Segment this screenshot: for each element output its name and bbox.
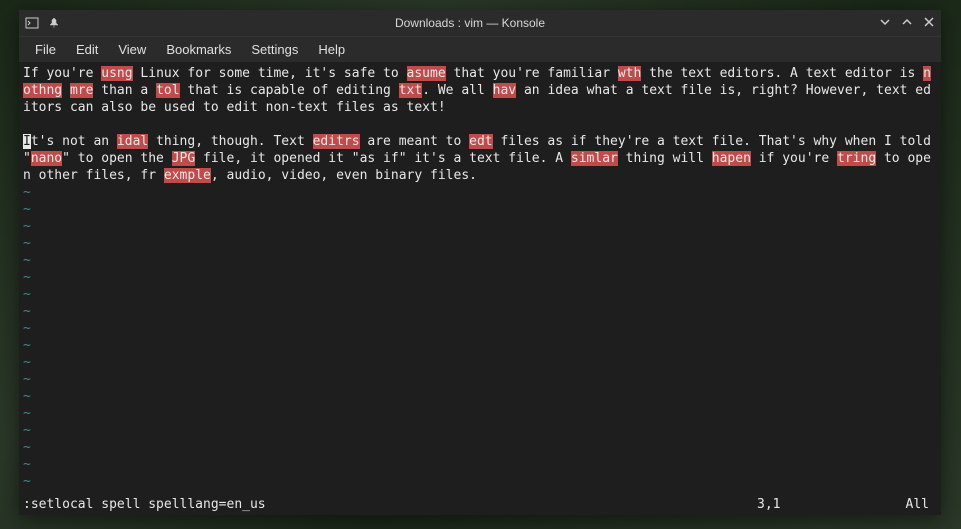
text: t's not an: [31, 134, 117, 149]
konsole-window: Downloads : vim — Konsole File Edit View…: [19, 10, 941, 515]
spell-error: tring: [837, 151, 876, 166]
status-command: :setlocal spell spelllang=en_us: [23, 496, 757, 513]
close-button[interactable]: [923, 16, 935, 31]
text: than a: [93, 83, 156, 98]
empty-line-tilde: ~: [23, 372, 31, 387]
spell-error: wth: [618, 66, 641, 81]
text: If you're: [23, 66, 101, 81]
empty-line-tilde: ~: [23, 219, 31, 234]
text: the text editors. A text editor is: [641, 66, 923, 81]
empty-line-tilde: ~: [23, 355, 31, 370]
spell-error: tol: [156, 83, 179, 98]
empty-line-tilde: ~: [23, 423, 31, 438]
spell-error: editrs: [313, 134, 360, 149]
spell-error: exmple: [164, 168, 211, 183]
menu-help[interactable]: Help: [308, 39, 355, 60]
spell-error: hapen: [712, 151, 751, 166]
terminal-icon: [25, 16, 39, 30]
spell-error: asume: [407, 66, 446, 81]
window-title: Downloads : vim — Konsole: [61, 16, 879, 30]
pin-icon[interactable]: [47, 16, 61, 30]
spell-error: nano: [31, 151, 62, 166]
empty-line-tilde: ~: [23, 338, 31, 353]
empty-line-tilde: ~: [23, 440, 31, 455]
empty-line-tilde: ~: [23, 287, 31, 302]
text: thing will: [618, 151, 712, 166]
spell-error: edt: [469, 134, 492, 149]
text: thing, though. Text: [148, 134, 312, 149]
empty-line-tilde: ~: [23, 304, 31, 319]
menu-bookmarks[interactable]: Bookmarks: [156, 39, 241, 60]
text: Linux for some time, it's safe to: [133, 66, 407, 81]
text: that you're familiar: [446, 66, 618, 81]
empty-line-tilde: ~: [23, 236, 31, 251]
menu-file[interactable]: File: [25, 39, 66, 60]
text: file, it opened it "as if" it's a text f…: [195, 151, 571, 166]
cursor: I: [23, 134, 31, 149]
empty-line-tilde: ~: [23, 406, 31, 421]
empty-line-tilde: ~: [23, 253, 31, 268]
text: , audio, video, even binary files.: [211, 168, 477, 183]
spell-error: simlar: [571, 151, 618, 166]
empty-line-tilde: ~: [23, 185, 31, 200]
text: " to open the: [62, 151, 172, 166]
empty-line-tilde: ~: [23, 202, 31, 217]
minimize-button[interactable]: [879, 16, 891, 31]
titlebar[interactable]: Downloads : vim — Konsole: [19, 10, 941, 36]
maximize-button[interactable]: [901, 16, 913, 31]
terminal-area[interactable]: If you're usng Linux for some time, it's…: [19, 62, 941, 515]
empty-line-tilde: ~: [23, 474, 31, 489]
status-percent: All: [887, 496, 937, 513]
menu-view[interactable]: View: [108, 39, 156, 60]
menu-edit[interactable]: Edit: [66, 39, 108, 60]
menubar: File Edit View Bookmarks Settings Help: [19, 36, 941, 62]
menu-settings[interactable]: Settings: [241, 39, 308, 60]
text: are meant to: [360, 134, 470, 149]
spell-error: hav: [493, 83, 516, 98]
text: if you're: [751, 151, 837, 166]
spell-error: mre: [70, 83, 93, 98]
text: . We all: [422, 83, 492, 98]
empty-line-tilde: ~: [23, 270, 31, 285]
spell-error: idal: [117, 134, 148, 149]
vim-status-line: :setlocal spell spelllang=en_us 3,1 All: [23, 496, 937, 513]
spell-error: txt: [399, 83, 422, 98]
empty-line-tilde: ~: [23, 389, 31, 404]
text: [62, 83, 70, 98]
empty-line-tilde: ~: [23, 457, 31, 472]
text: that is capable of editing: [180, 83, 399, 98]
empty-line-tilde: ~: [23, 321, 31, 336]
status-position: 3,1: [757, 496, 887, 513]
spell-error: JPG: [172, 151, 195, 166]
spell-error: usng: [101, 66, 132, 81]
